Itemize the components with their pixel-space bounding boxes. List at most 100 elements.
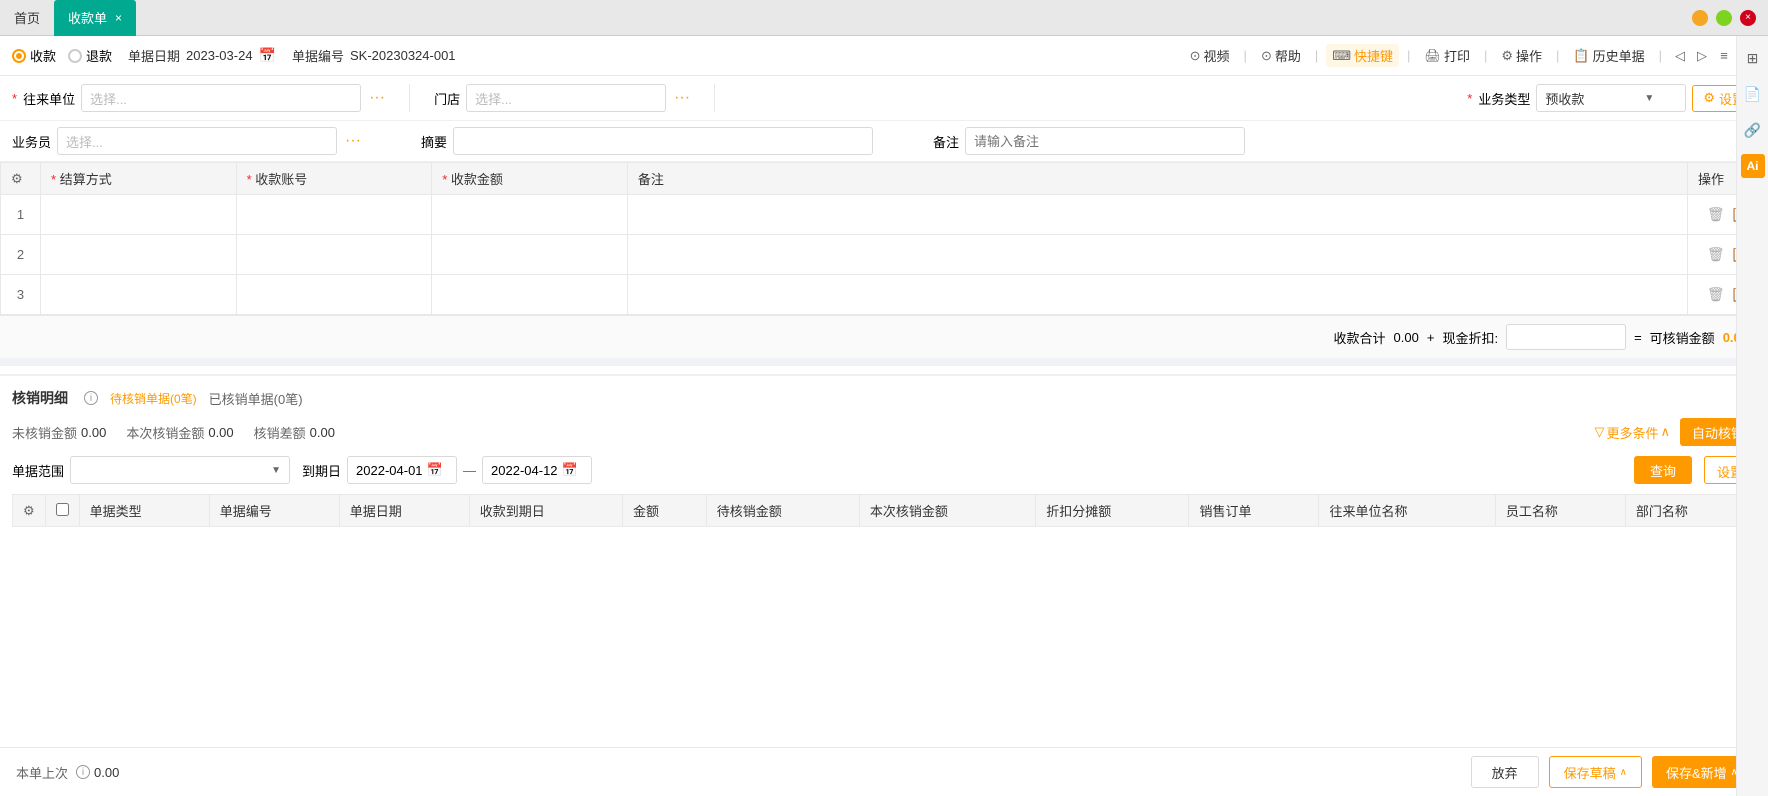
th-account: * 收款账号 [236,163,432,195]
query-button[interactable]: 查询 [1634,456,1692,484]
counterpart-field: * 往来单位 选择... ··· [12,84,385,112]
row-2-remark[interactable] [627,235,1687,275]
close-button[interactable]: × [1740,10,1756,26]
window-controls: × [1692,10,1768,26]
staff-input[interactable]: 选择... [57,127,337,155]
verify-table: ⚙ 单据类型 单据编号 单据日期 [12,494,1756,527]
row-3-account[interactable] [236,275,432,315]
video-btn[interactable]: ⊙ 视频 [1184,44,1236,67]
store-input[interactable]: 选择... [466,84,666,112]
summary-input[interactable] [453,127,873,155]
store-more-btn[interactable]: ··· [674,89,690,107]
row-1-settlement[interactable] [41,195,237,235]
radio-refund[interactable]: 退款 [68,46,112,65]
bottom-stat: 本单上次 i 0.00 [16,763,119,782]
shortcut-btn[interactable]: ⌨ 快捷键 [1326,44,1399,67]
operation-btn[interactable]: ⚙ 操作 [1495,44,1548,67]
sub-table-gear-icon[interactable]: ⚙ [23,503,35,518]
bottom-info-icon[interactable]: i [76,765,90,779]
history-btn[interactable]: 📋 历史单据 [1567,44,1650,67]
range-field: 单据范围 ▼ [12,456,290,484]
summary-row: 收款合计 0.00 + 现金折扣: = 可核销金额 0.00 [0,315,1768,358]
done-tag[interactable]: 已核销单据(0笔) [209,389,303,408]
save-draft-chevron-icon: ∧ [1620,767,1627,778]
discount-input[interactable] [1506,324,1626,350]
equals-sign: = [1634,330,1642,345]
date-from-input[interactable]: 2022-04-01 📅 [347,456,457,484]
print-btn[interactable]: 🖨 打印 [1418,44,1476,67]
date-range-dash: — [463,463,476,478]
sub-th-pending: 待核销金额 [706,495,859,527]
sidebar-doc-icon[interactable]: 📄 [1741,82,1765,106]
sidebar-table-icon[interactable]: ⊞ [1741,46,1765,70]
pending-tag[interactable]: 待核销单据(0笔) [110,390,197,407]
business-type-field: * 业务类型 预收款 ▼ ⚙ 设置 [1467,84,1756,112]
row-3-remark[interactable] [627,275,1687,315]
table-row: 2 🗑 📋 [1,235,1768,275]
tab-close-icon[interactable]: × [115,11,122,25]
counterpart-input[interactable]: 选择... [81,84,361,112]
row-1-delete-icon[interactable]: 🗑 [1707,206,1725,223]
save-draft-button[interactable]: 保存草稿 ∧ [1549,756,1642,788]
range-chevron-icon: ▼ [271,465,281,476]
store-label: 门店 [434,89,460,108]
row-1-account[interactable] [236,195,432,235]
radio-income-indicator [12,49,26,63]
staff-more-btn[interactable]: ··· [345,132,361,150]
layout-split1-icon[interactable]: ≡ [1714,46,1734,66]
sub-th-settings: ⚙ [13,495,46,527]
verify-title: 核销明细 [12,388,68,408]
plus-sign: + [1427,330,1435,345]
minimize-button[interactable] [1692,10,1708,26]
sub-th-counterpart: 往来单位名称 [1319,495,1495,527]
maximize-button[interactable] [1716,10,1732,26]
help-btn[interactable]: ⊙ 帮助 [1255,44,1307,67]
sidebar-link-icon[interactable]: 🔗 [1741,118,1765,142]
business-type-select[interactable]: 预收款 ▼ [1536,84,1686,112]
sub-th-due-date: 收款到期日 [469,495,622,527]
calendar-to-icon[interactable]: 📅 [562,462,578,478]
verify-info-icon[interactable]: i [84,391,98,405]
row-3-settlement[interactable] [41,275,237,315]
range-select[interactable]: ▼ [70,456,290,484]
row-2-account[interactable] [236,235,432,275]
sub-th-current: 本次核销金额 [859,495,1035,527]
calendar-icon[interactable]: 📅 [259,47,276,64]
row-2-amount[interactable] [432,235,628,275]
date-value[interactable]: 2023-03-24 [186,48,253,63]
layout-single-icon[interactable]: ▷ [1692,46,1712,66]
more-filter-btn[interactable]: ▽ 更多条件 ∧ [1594,423,1670,442]
date-field-group: 单据日期 2023-03-24 📅 [128,46,276,65]
row-2-delete-icon[interactable]: 🗑 [1707,246,1725,263]
row-1-amount[interactable] [432,195,628,235]
number-value[interactable]: SK-20230324-001 [350,48,456,63]
abandon-button[interactable]: 放弃 [1471,756,1539,788]
sub-th-checkbox [45,495,79,527]
unverified-stat: 未核销金额 0.00 [12,423,106,442]
diff-stat: 核销差额 0.00 [254,423,335,442]
counterpart-more-btn[interactable]: ··· [369,89,385,107]
sidebar-ai-icon[interactable]: Ai [1741,154,1765,178]
operation-icon: ⚙ [1501,48,1513,64]
row-3-amount[interactable] [432,275,628,315]
row-2-settlement[interactable] [41,235,237,275]
date-to-input[interactable]: 2022-04-12 📅 [482,456,592,484]
row-num-1: 1 [1,195,41,235]
remark-input[interactable] [965,127,1245,155]
row-3-delete-icon[interactable]: 🗑 [1707,286,1725,303]
radio-income[interactable]: 收款 [12,46,56,65]
row-1-remark[interactable] [627,195,1687,235]
counterpart-label: 往来单位 [23,89,75,108]
tab-receipt[interactable]: 收款单 × [54,0,136,36]
form-row-2: 业务员 选择... ··· 摘要 备注 [0,121,1768,162]
layout-list-icon[interactable]: ◁ [1670,46,1690,66]
tab-bar: 首页 收款单 × × [0,0,1768,36]
sub-table-container: ⚙ 单据类型 单据编号 单据日期 [12,494,1756,527]
total-label: 收款合计 [1334,328,1386,347]
calendar-from-icon[interactable]: 📅 [427,462,443,478]
bottom-bar: 本单上次 i 0.00 放弃 保存草稿 ∧ 保存&新增 ∧ [0,747,1768,796]
table-gear-icon[interactable]: ⚙ [11,171,23,186]
select-all-checkbox[interactable] [56,503,69,516]
sub-th-number: 单据编号 [209,495,339,527]
tab-home[interactable]: 首页 [0,0,54,36]
